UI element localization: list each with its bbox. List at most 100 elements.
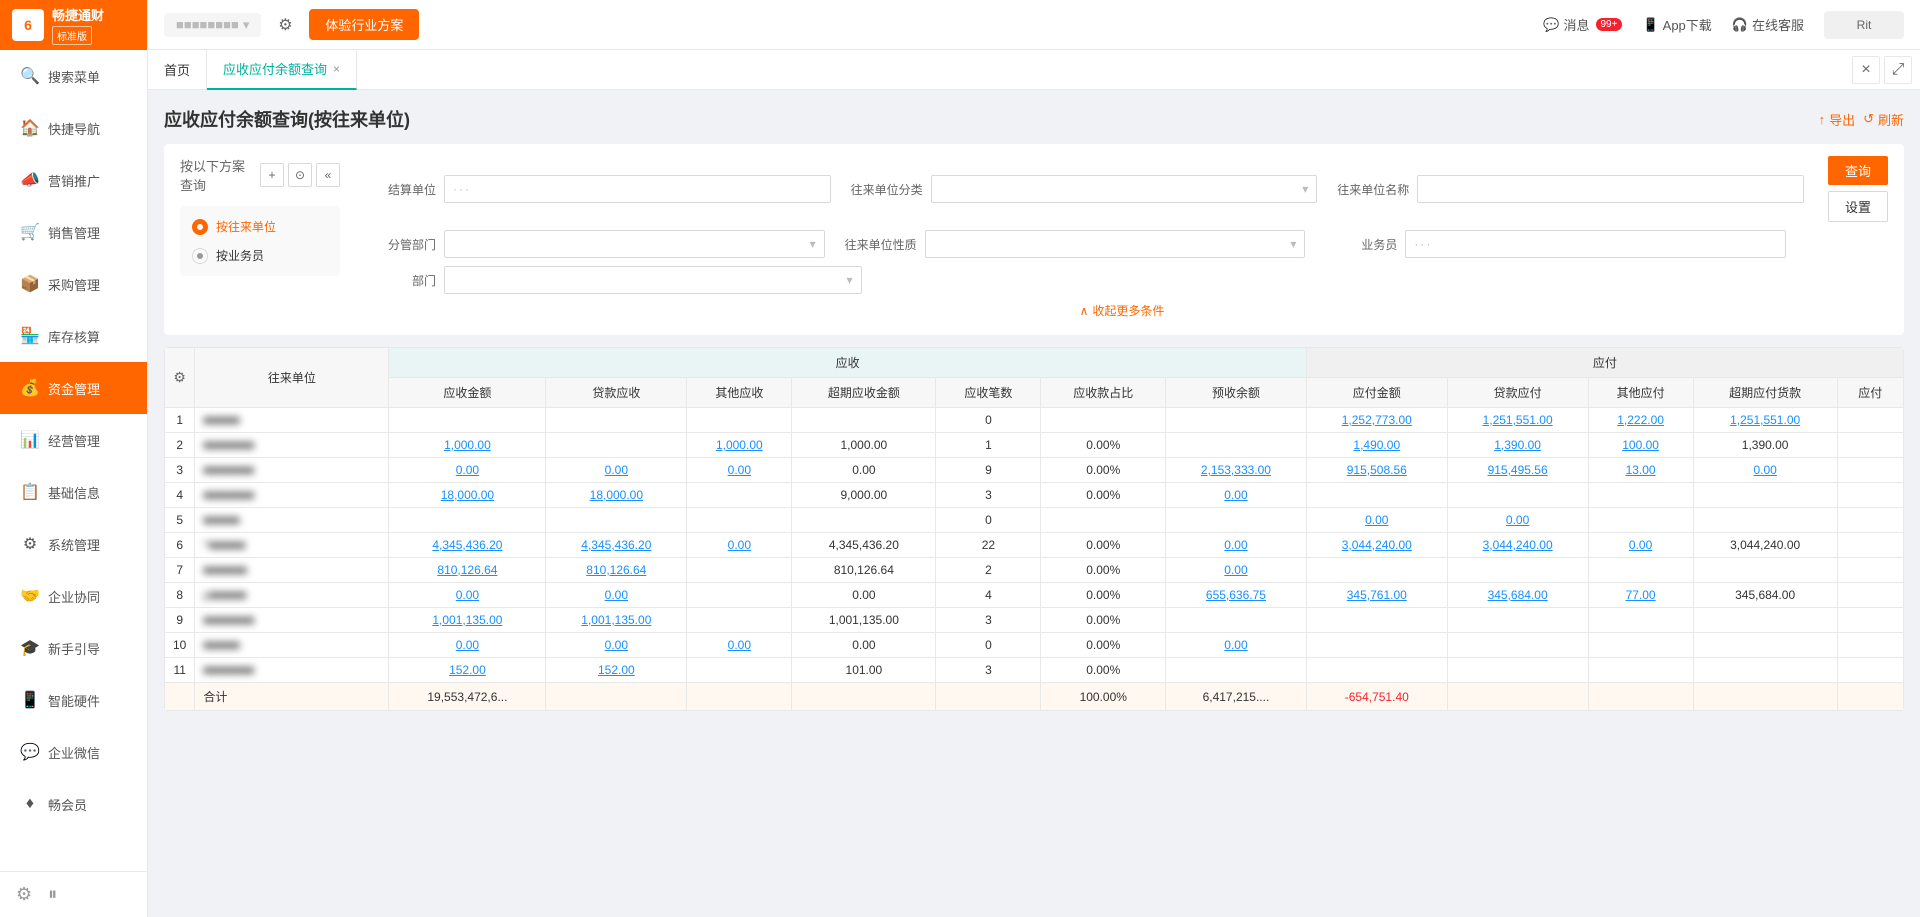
sidebar-item-basic-info[interactable]: 📋 基础信息 [0,466,147,518]
edit-filter-btn[interactable]: ⊙ [288,163,312,187]
th-prepay: 预收余额 [1166,378,1307,408]
sidebar-item-system[interactable]: ⚙ 系统管理 [0,518,147,570]
export-icon: ↑ [1819,112,1826,127]
industry-btn[interactable]: 体验行业方案 [309,9,419,40]
department-input[interactable]: ▾ [444,266,862,294]
inventory-icon: 🏪 [20,326,40,346]
filter-option-by-unit[interactable]: 按往来单位 [192,214,328,239]
sidebar-item-sales[interactable]: 🛒 销售管理 [0,206,147,258]
th-ap-other: 其他应付 [1588,378,1693,408]
filter-mode-panel: 按以下方案查询 + ⊙ « 按往来单位 [180,156,340,323]
settlement-input[interactable]: ··· [444,175,831,203]
tab-close-icon[interactable]: × [333,62,340,76]
table-group-header: ⚙ 往来单位 应收 应付 [165,348,1904,378]
table-row: 7 ■■■■■■ 810,126.64 810,126.64 810,126.6… [165,558,1904,583]
breadcrumb: ■■■■■■■■ ▾ [164,13,261,37]
messages-action[interactable]: 💬 消息 99+ [1543,15,1622,34]
filter-row-1: 结算单位 ··· 往来单位分类 ▾ [356,156,1888,222]
th-group-ap: 应付 [1306,348,1903,378]
table-sub-header: 应收金额 贷款应收 其他应收 超期应收金额 应收笔数 应收款占比 预收余额 应付… [165,378,1904,408]
data-table: ⚙ 往来单位 应收 应付 应收金额 贷款应收 其他应收 超期应收金额 应收笔数 … [164,347,1904,711]
inactive-option-icon [192,248,208,264]
row-ar-amt [389,408,546,433]
collapse-btn[interactable]: ∧ 收起更多条件 [356,298,1888,323]
th-settings[interactable]: ⚙ [165,348,195,408]
sidebar-item-wechat[interactable]: 💬 企业微信 [0,726,147,778]
query-btn[interactable]: 查询 [1828,156,1888,185]
refresh-btn[interactable]: ↺ 刷新 [1863,110,1904,129]
main-content: ■■■■■■■■ ▾ ⚙ 体验行业方案 💬 消息 99+ 📱 App下载 🎧 在… [148,0,1920,917]
table-row: 8 p■■■■■ 0.00 0.00 0.00 4 0.00% 655,636.… [165,583,1904,608]
th-ar-loan: 贷款应收 [546,378,687,408]
app-download-action[interactable]: 📱 App下载 [1642,15,1711,34]
row-ar-other [687,408,792,433]
dept-input[interactable]: ▾ [444,230,825,258]
collapse-filter-btn[interactable]: « [316,163,340,187]
sidebar-item-member[interactable]: ♦ 畅会员 [0,778,147,830]
table-row: 2 ■■■■■■■ 1,000.00 1,000.00 1,000.00 1 0… [165,433,1904,458]
salesman-input[interactable]: ··· [1405,230,1786,258]
table-row: 1 ■■■■■ 0 1,252,773.00 1,251,551.00 1,22… [165,408,1904,433]
th-unit: 往来单位 [195,348,389,408]
table-settings-icon[interactable]: ⚙ [173,369,186,385]
tab-ar-query[interactable]: 应收应付余额查询 × [207,50,357,90]
gear-icon[interactable]: ⚙ [269,9,301,41]
member-icon: ♦ [20,795,40,813]
filter-field-salesman: 业务员 ··· [1317,230,1786,258]
finance-icon: 💰 [20,378,40,398]
sidebar-item-marketing[interactable]: 📣 营销推广 [0,154,147,206]
sidebar: 6 畅捷通财 标准版 🔍 搜索菜单 🏠 快捷导航 📣 营销推广 🛒 销售管理 📦… [0,0,148,917]
online-service-action[interactable]: 🎧 在线客服 [1732,15,1804,34]
sidebar-item-search[interactable]: 🔍 搜索菜单 [0,50,147,102]
quick-nav-icon: 🏠 [20,118,40,138]
sidebar-item-guide[interactable]: 🎓 新手引导 [0,622,147,674]
collapse-sidebar-icon[interactable]: ⏸ [48,884,57,905]
active-option-icon [192,219,208,235]
th-ar-pct: 应收款占比 [1041,378,1166,408]
filter-mode-icons: + ⊙ « [260,163,340,187]
tab-home[interactable]: 首页 [148,50,207,90]
th-ar-count: 应收笔数 [936,378,1041,408]
export-btn[interactable]: ↑ 导出 [1819,110,1856,129]
unit-name-input[interactable] [1417,175,1804,203]
table-row: 9 ■■■■■■■ 1,001,135.00 1,001,135.00 1,00… [165,608,1904,633]
filter-row-3: 部门 ▾ [356,266,1888,294]
row-unit: ■■■■■ [195,408,389,433]
tab-fullscreen-btn[interactable]: ⤢ [1884,56,1912,84]
sidebar-item-management[interactable]: 📊 经营管理 [0,414,147,466]
settings-bottom-icon[interactable]: ⚙ [16,884,32,905]
refresh-icon: ↺ [1863,111,1874,127]
settings-btn[interactable]: 设置 [1828,191,1888,222]
tab-minimize-btn[interactable]: × [1852,56,1880,84]
user-avatar[interactable]: Rit [1824,11,1904,39]
filter-options: 按往来单位 按业务员 [180,206,340,276]
sidebar-item-finance[interactable]: 💰 资金管理 [0,362,147,414]
management-icon: 📊 [20,430,40,450]
filter-option-by-salesman[interactable]: 按业务员 [192,243,328,268]
add-filter-btn[interactable]: + [260,163,284,187]
wechat-icon: 💬 [20,742,40,762]
data-table-container: ⚙ 往来单位 应收 应付 应收金额 贷款应收 其他应收 超期应收金额 应收笔数 … [164,347,1904,711]
th-ar-overdue: 超期应收金额 [792,378,936,408]
sidebar-item-cooperation[interactable]: 🤝 企业协同 [0,570,147,622]
filter-field-settlement: 结算单位 ··· [356,175,831,203]
nature-input[interactable]: ▾ [925,230,1306,258]
row-ap-overdue[interactable]: 1,251,551.00 [1693,408,1837,433]
table-row: 11 ■■■■■■■ 152.00 152.00 101.00 3 0.00% [165,658,1904,683]
sidebar-item-purchase[interactable]: 📦 采购管理 [0,258,147,310]
table-row: 4 ■■■■■■■ 18,000.00 18,000.00 9,000.00 3… [165,483,1904,508]
sidebar-item-inventory[interactable]: 🏪 库存核算 [0,310,147,362]
logo-icon: 6 [12,9,44,41]
sidebar-item-quicknav[interactable]: 🏠 快捷导航 [0,102,147,154]
row-ap-loan[interactable]: 1,251,551.00 [1447,408,1588,433]
sidebar-bottom: ⚙ ⏸ [0,871,147,917]
row-prepay [1166,408,1307,433]
row-ap-other[interactable]: 1,222.00 [1588,408,1693,433]
footer-label: 合计 [195,683,389,711]
footer-ap-amt: -654,751.40 [1306,683,1447,711]
sidebar-item-hardware[interactable]: 📱 智能硬件 [0,674,147,726]
category-input[interactable]: ▾ [931,175,1318,203]
row-ap-amt[interactable]: 1,252,773.00 [1306,408,1447,433]
filter-field-category: 往来单位分类 ▾ [843,175,1318,203]
page-actions: ↑ 导出 ↺ 刷新 [1819,110,1904,129]
